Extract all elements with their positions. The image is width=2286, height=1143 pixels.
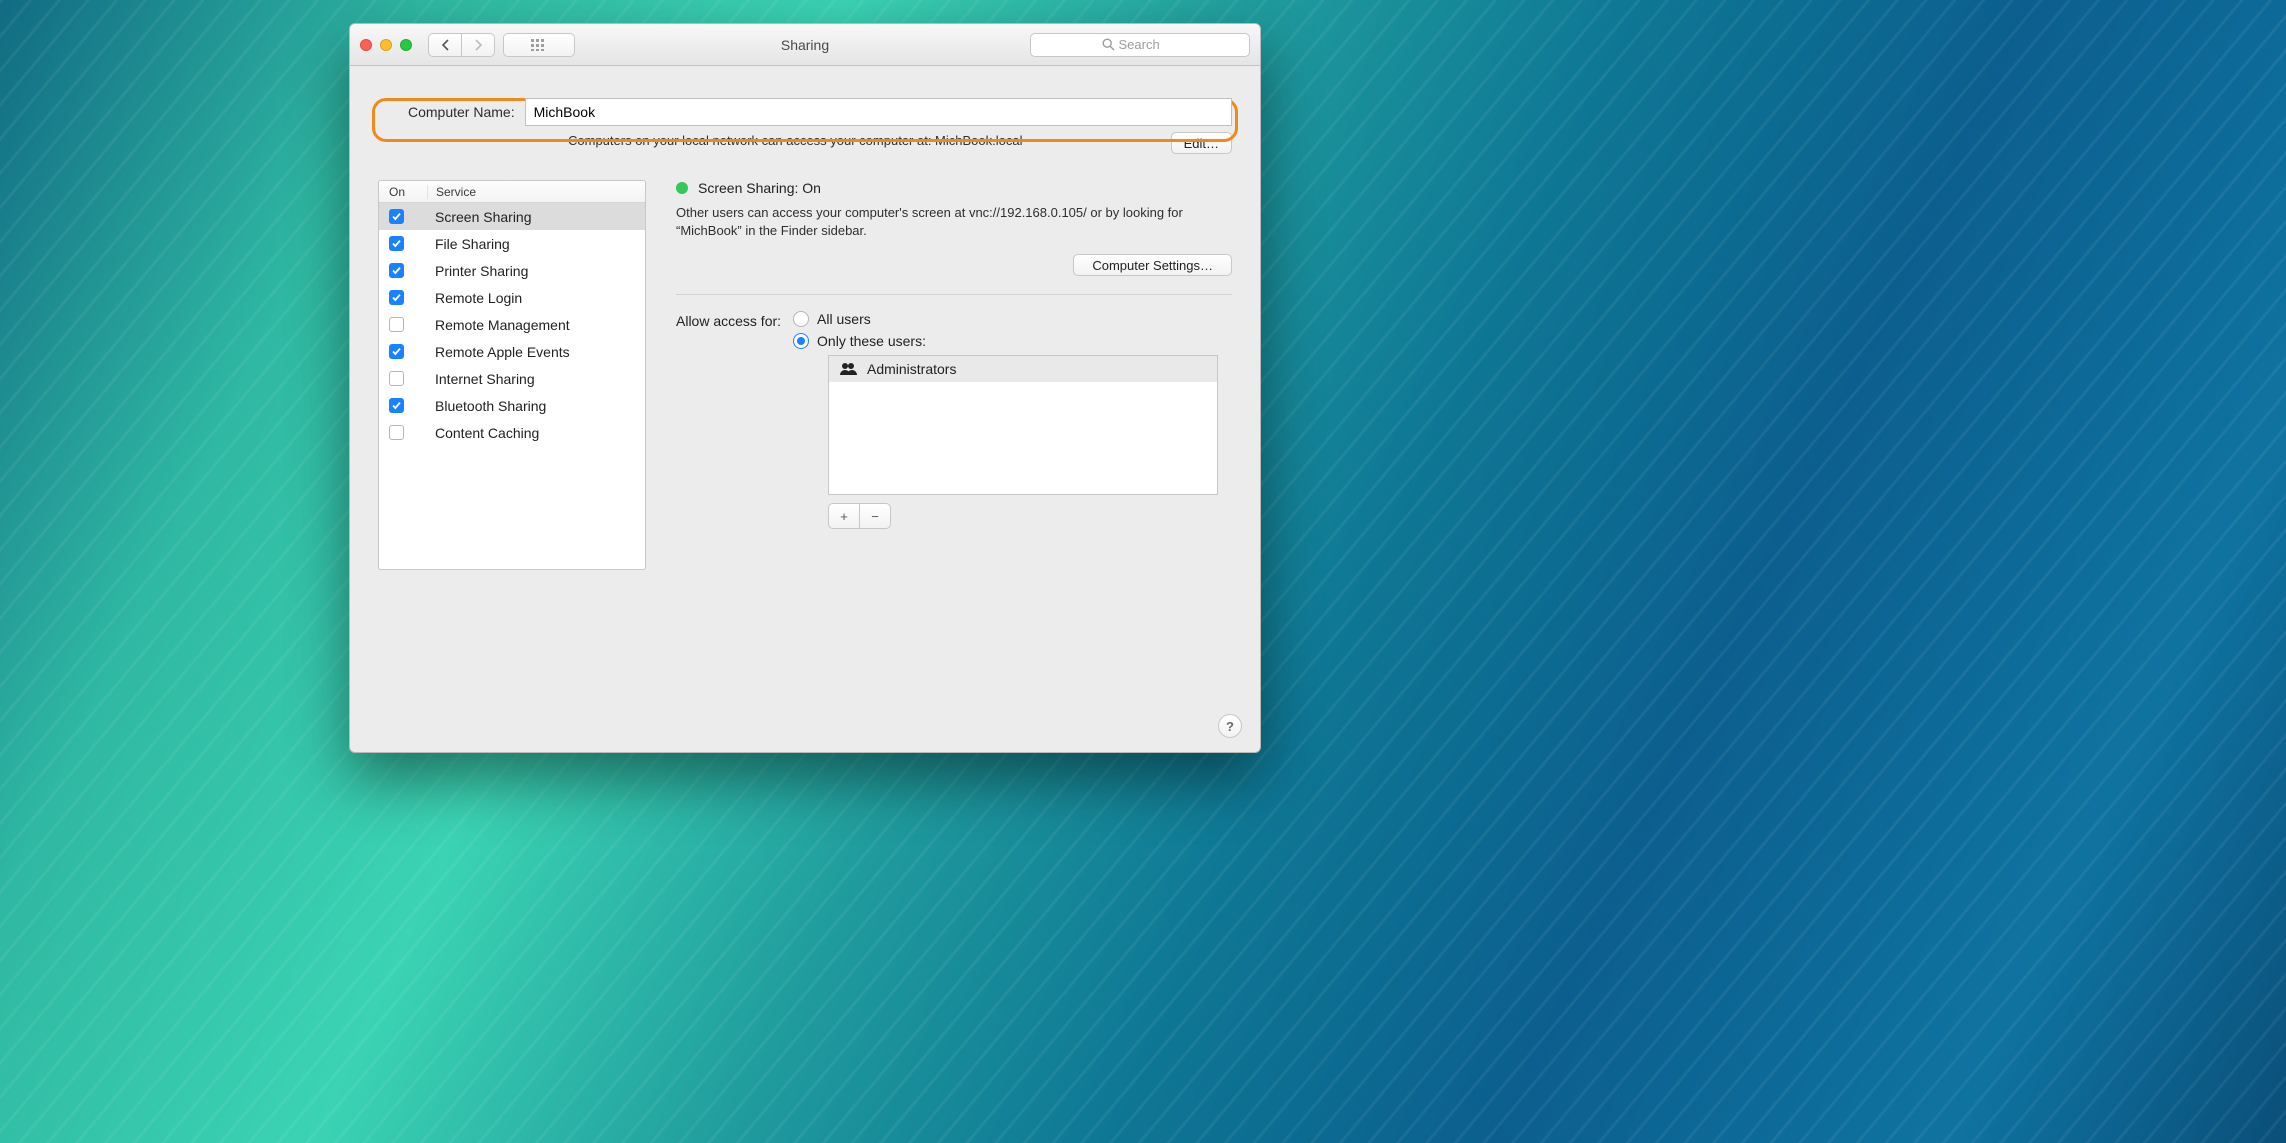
service-checkbox[interactable] [389,209,404,224]
divider [676,294,1232,295]
service-label: Remote Login [427,290,645,306]
check-icon [391,211,402,222]
radio-only-these-users-label: Only these users: [817,333,926,349]
search-input[interactable] [1119,37,1179,52]
radio-dot-icon [793,311,809,327]
service-label: Remote Apple Events [427,344,645,360]
service-label: Screen Sharing [427,209,645,225]
grid-icon [531,39,547,51]
chevron-left-icon [441,39,450,51]
sharing-preferences-window: Sharing Computer Name: Computers on your… [349,23,1261,753]
service-checkbox[interactable] [389,290,404,305]
zoom-button[interactable] [400,39,412,51]
column-service: Service [427,185,645,199]
titlebar: Sharing [350,24,1260,66]
service-label: Remote Management [427,317,645,333]
desktop-wallpaper: Sharing Computer Name: Computers on your… [0,0,2286,1143]
remove-user-button[interactable]: − [859,503,891,529]
status-description: Other users can access your computer's s… [676,204,1232,240]
close-button[interactable] [360,39,372,51]
service-checkbox[interactable] [389,236,404,251]
plus-icon: + [840,509,848,524]
service-label: Printer Sharing [427,263,645,279]
main-row: On Service Screen Sharing File Sharing Pri… [378,180,1232,570]
service-row[interactable]: Content Caching [379,419,645,446]
add-user-button[interactable]: + [828,503,860,529]
window-controls [360,39,412,51]
help-button[interactable]: ? [1218,714,1242,738]
radio-only-these-users[interactable]: Only these users: [793,333,926,349]
show-all-button[interactable] [503,33,575,57]
service-checkbox[interactable] [389,371,404,386]
computer-name-hint-row: Computers on your local network can acce… [568,132,1232,154]
content-area: Computer Name: Computers on your local n… [350,66,1260,752]
computer-name-hint: Computers on your local network can acce… [568,132,1157,150]
service-row[interactable]: Screen Sharing [379,203,645,230]
computer-name-input[interactable] [525,98,1232,126]
radio-dot-icon [793,333,809,349]
search-icon [1102,38,1115,51]
user-add-remove: + − [828,503,1232,529]
services-header: On Service [379,181,645,203]
user-name: Administrators [867,361,956,377]
service-row[interactable]: File Sharing [379,230,645,257]
help-icon: ? [1226,719,1234,734]
forward-button[interactable] [461,33,495,57]
chevron-right-icon [474,39,483,51]
service-label: Bluetooth Sharing [427,398,645,414]
service-label: File Sharing [427,236,645,252]
nav-buttons [428,33,495,57]
computer-name-row: Computer Name: [408,98,1232,126]
access-radios: All users Only these users: [793,311,926,349]
service-checkbox[interactable] [389,398,404,413]
service-row[interactable]: Bluetooth Sharing [379,392,645,419]
services-list: On Service Screen Sharing File Sharing Pri… [378,180,646,570]
check-icon [391,292,402,303]
service-row[interactable]: Remote Apple Events [379,338,645,365]
allow-access-label: Allow access for: [676,311,781,329]
check-icon [391,265,402,276]
edit-button[interactable]: Edit… [1171,132,1232,154]
radio-all-users[interactable]: All users [793,311,926,327]
users-icon [839,362,857,376]
user-row[interactable]: Administrators [829,356,1217,382]
check-icon [391,400,402,411]
back-button[interactable] [428,33,462,57]
status-dot-icon [676,182,688,194]
users-list[interactable]: Administrators [828,355,1218,495]
search-field[interactable] [1030,33,1250,57]
service-row[interactable]: Printer Sharing [379,257,645,284]
computer-name-label: Computer Name: [408,104,515,120]
status-line: Screen Sharing: On [676,180,1232,196]
check-icon [391,346,402,357]
detail-pane: Screen Sharing: On Other users can acces… [676,180,1232,570]
service-row[interactable]: Remote Login [379,284,645,311]
service-row[interactable]: Remote Management [379,311,645,338]
service-label: Content Caching [427,425,645,441]
minimize-button[interactable] [380,39,392,51]
radio-all-users-label: All users [817,311,871,327]
service-checkbox[interactable] [389,344,404,359]
service-label: Internet Sharing [427,371,645,387]
allow-access-row: Allow access for: All users Only these u… [676,311,1232,349]
check-icon [391,238,402,249]
column-on: On [389,185,427,199]
service-row[interactable]: Internet Sharing [379,365,645,392]
status-title: Screen Sharing: On [698,180,821,196]
services-body: Screen Sharing File Sharing Printer Sharin… [379,203,645,446]
minus-icon: − [871,509,879,524]
service-checkbox[interactable] [389,263,404,278]
service-checkbox[interactable] [389,317,404,332]
service-checkbox[interactable] [389,425,404,440]
computer-settings-button[interactable]: Computer Settings… [1073,254,1232,276]
